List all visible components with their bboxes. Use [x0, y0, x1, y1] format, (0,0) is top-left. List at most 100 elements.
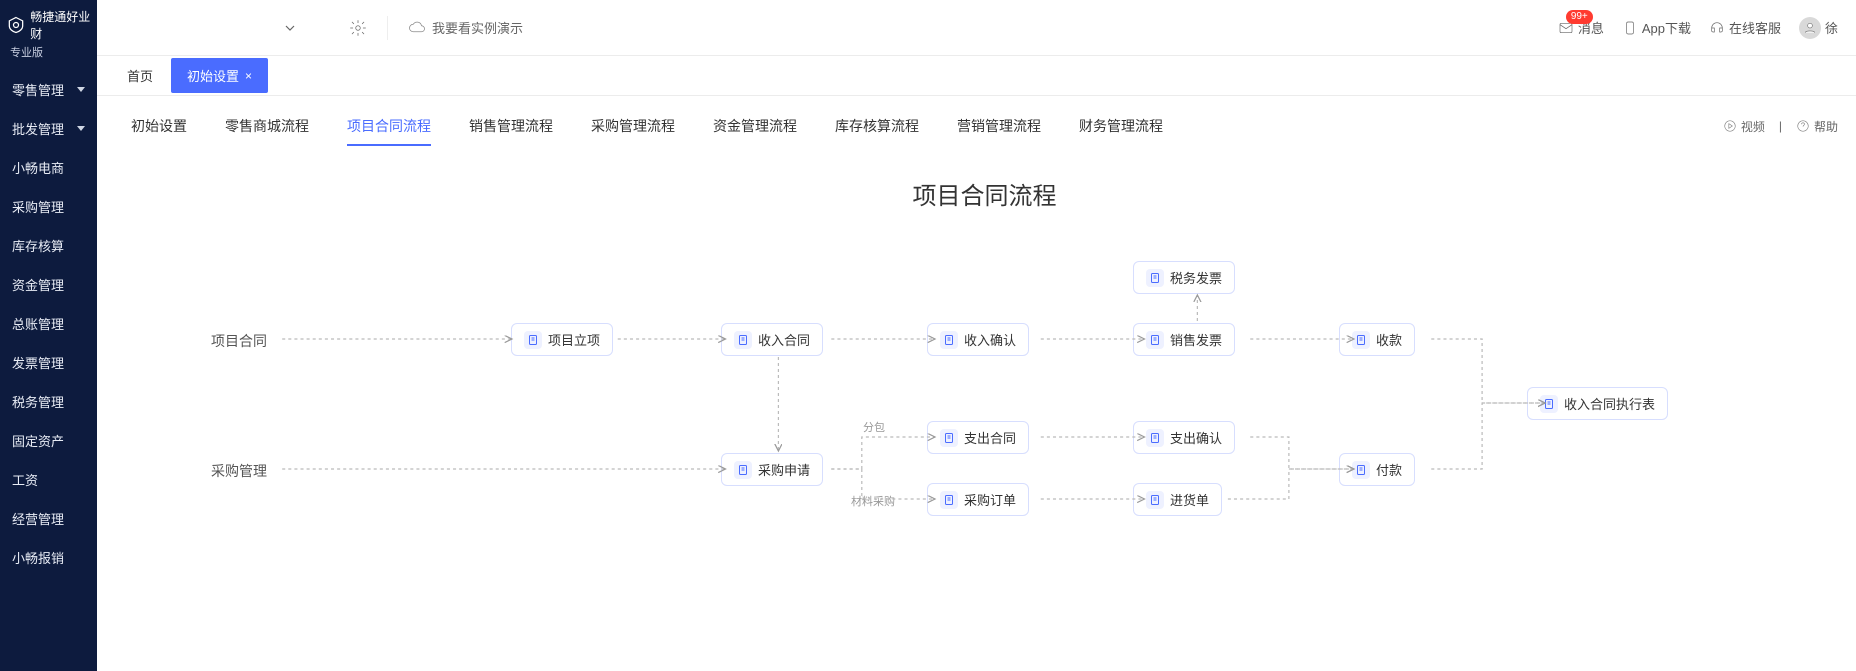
doc-icon [1146, 269, 1164, 287]
doc-icon [940, 429, 958, 447]
sidebar-item-label: 批发管理 [12, 119, 64, 138]
content-area: 初始设置零售商城流程项目合同流程销售管理流程采购管理流程资金管理流程库存核算流程… [97, 96, 1856, 671]
sidebar-item-label: 税务管理 [12, 392, 64, 411]
page-tabs: 首页 初始设置 × [97, 56, 1856, 96]
flow-title: 项目合同流程 [131, 176, 1838, 211]
sidebar-item-label: 零售管理 [12, 80, 64, 99]
doc-icon [1146, 331, 1164, 349]
app-download-link[interactable]: App下载 [1622, 18, 1691, 37]
brand: 畅捷通好业财 [0, 0, 97, 44]
sidebar-item-6[interactable]: 总账管理 [0, 304, 97, 343]
sidebar-item-1[interactable]: 批发管理 [0, 109, 97, 148]
node-purchase-req[interactable]: 采购申请 [721, 453, 823, 486]
sidebar: 畅捷通好业财 专业版 零售管理批发管理小畅电商采购管理库存核算资金管理总账管理发… [0, 0, 97, 671]
user-name: 徐 [1825, 18, 1838, 37]
caret-down-icon [77, 126, 85, 131]
node-tax-invoice[interactable]: 税务发票 [1133, 261, 1235, 294]
sidebar-item-9[interactable]: 固定资产 [0, 421, 97, 460]
sub-tab-1[interactable]: 零售商城流程 [225, 108, 309, 144]
divider: | [1779, 119, 1782, 133]
sidebar-item-label: 小畅报销 [12, 548, 64, 567]
page-tab-label: 初始设置 [187, 66, 239, 85]
doc-icon [734, 461, 752, 479]
sub-nav-right: 视频 | 帮助 [1723, 118, 1838, 135]
brand-name: 畅捷通好业财 [30, 8, 91, 42]
brand-edition: 专业版 [0, 44, 97, 70]
doc-icon [734, 331, 752, 349]
node-receive[interactable]: 收款 [1339, 323, 1415, 356]
node-goods-in[interactable]: 进货单 [1133, 483, 1222, 516]
separator [387, 16, 388, 40]
node-income-confirm[interactable]: 收入确认 [927, 323, 1029, 356]
sidebar-item-7[interactable]: 发票管理 [0, 343, 97, 382]
gear-icon[interactable] [349, 19, 367, 37]
row-label-top: 项目合同 [211, 331, 267, 351]
node-pay[interactable]: 付款 [1339, 453, 1415, 486]
sidebar-item-3[interactable]: 采购管理 [0, 187, 97, 226]
node-income-contract[interactable]: 收入合同 [721, 323, 823, 356]
caret-down-icon [77, 87, 85, 92]
sidebar-item-12[interactable]: 小畅报销 [0, 538, 97, 577]
video-link[interactable]: 视频 [1723, 118, 1765, 135]
doc-icon [940, 331, 958, 349]
annotation-material: 材料采购 [851, 493, 895, 509]
node-purchase-order[interactable]: 采购订单 [927, 483, 1029, 516]
avatar-icon [1799, 17, 1821, 39]
sidebar-item-4[interactable]: 库存核算 [0, 226, 97, 265]
sidebar-item-11[interactable]: 经营管理 [0, 499, 97, 538]
flow-diagram: 项目合同 采购管理 项目立项 收入合同 收入确认 销售发票 税务发票 收款 收入… [211, 261, 1838, 581]
node-expense-confirm[interactable]: 支出确认 [1133, 421, 1235, 454]
sidebar-item-label: 资金管理 [12, 275, 64, 294]
annotation-subcontract: 分包 [863, 419, 885, 435]
sub-tab-3[interactable]: 销售管理流程 [469, 108, 553, 144]
sidebar-item-5[interactable]: 资金管理 [0, 265, 97, 304]
cloud-icon [408, 19, 426, 37]
sidebar-item-0[interactable]: 零售管理 [0, 70, 97, 109]
sub-tab-8[interactable]: 财务管理流程 [1079, 108, 1163, 144]
doc-icon [1146, 491, 1164, 509]
demo-label: 我要看实例演示 [432, 18, 523, 37]
page-tab-0[interactable]: 首页 [111, 58, 169, 93]
sub-tab-4[interactable]: 采购管理流程 [591, 108, 675, 144]
sidebar-item-label: 固定资产 [12, 431, 64, 450]
doc-icon [524, 331, 542, 349]
node-project-setup[interactable]: 项目立项 [511, 323, 613, 356]
topbar: 我要看实例演示 消息 99+ App下载 在线客服 [97, 0, 1856, 56]
doc-icon [1352, 461, 1370, 479]
app-download-label: App下载 [1642, 18, 1691, 37]
org-selector[interactable] [115, 23, 335, 33]
sub-nav: 初始设置 零售商城流程 项目合同流程 销售管理流程 采购管理流程 资金管理流程 库存核算流程… [131, 108, 1838, 152]
support-label: 在线客服 [1729, 18, 1781, 37]
doc-icon [1352, 331, 1370, 349]
sub-tab-0[interactable]: 初始设置 [131, 108, 187, 144]
close-icon[interactable]: × [245, 69, 252, 83]
sidebar-item-2[interactable]: 小畅电商 [0, 148, 97, 187]
doc-icon [940, 491, 958, 509]
doc-icon [1540, 395, 1558, 413]
sidebar-item-label: 总账管理 [12, 314, 64, 333]
node-income-exec[interactable]: 收入合同执行表 [1527, 387, 1668, 420]
video-label: 视频 [1741, 118, 1765, 135]
sub-tab-5[interactable]: 资金管理流程 [713, 108, 797, 144]
sub-tab-7[interactable]: 营销管理流程 [957, 108, 1041, 144]
sidebar-item-label: 经营管理 [12, 509, 64, 528]
sidebar-item-label: 发票管理 [12, 353, 64, 372]
sub-tab-6[interactable]: 库存核算流程 [835, 108, 919, 144]
help-link[interactable]: 帮助 [1796, 118, 1838, 135]
support-link[interactable]: 在线客服 [1709, 18, 1781, 37]
page-tab-label: 首页 [127, 66, 153, 85]
doc-icon [1146, 429, 1164, 447]
sidebar-item-10[interactable]: 工资 [0, 460, 97, 499]
sidebar-item-label: 小畅电商 [12, 158, 64, 177]
user-menu[interactable]: 徐 [1799, 17, 1838, 39]
demo-link[interactable]: 我要看实例演示 [408, 18, 523, 37]
sub-tab-2[interactable]: 项目合同流程 [347, 108, 431, 144]
messages-link[interactable]: 消息 99+ [1558, 18, 1604, 37]
page-tab-1[interactable]: 初始设置 × [171, 58, 268, 93]
messages-badge: 99+ [1566, 10, 1593, 24]
node-expense-contract[interactable]: 支出合同 [927, 421, 1029, 454]
sidebar-item-label: 库存核算 [12, 236, 64, 255]
row-label-bottom: 采购管理 [211, 461, 267, 481]
node-sales-invoice[interactable]: 销售发票 [1133, 323, 1235, 356]
sidebar-item-8[interactable]: 税务管理 [0, 382, 97, 421]
